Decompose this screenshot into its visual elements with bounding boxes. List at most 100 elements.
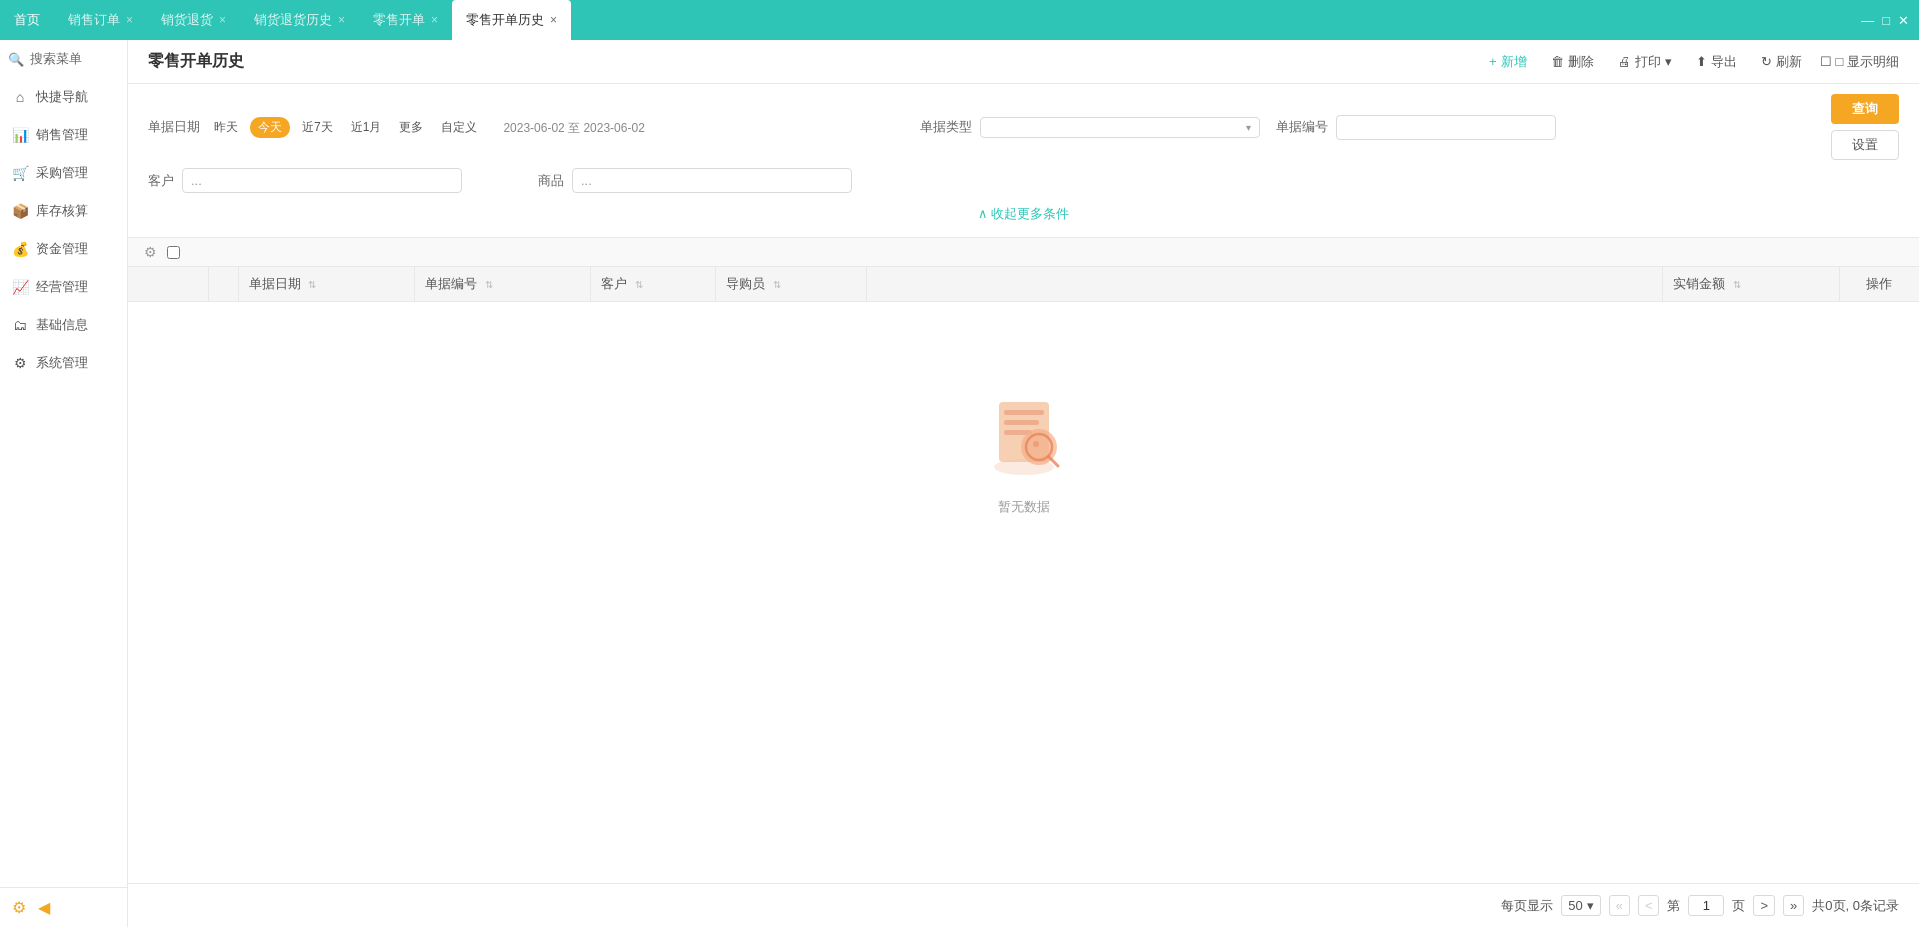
doc-type-field: 单据类型 ▾	[920, 117, 1260, 138]
sort-customer-icon[interactable]: ⇅	[635, 279, 643, 290]
last-page-button[interactable]: »	[1783, 895, 1804, 916]
date-btn-today[interactable]: 今天	[250, 117, 290, 138]
date-btn-custom[interactable]: 自定义	[435, 117, 483, 138]
date-btn-7days[interactable]: 近7天	[296, 117, 339, 138]
page-input[interactable]	[1688, 895, 1724, 916]
sidebar-item-operations-label: 经营管理	[36, 278, 88, 296]
refresh-button[interactable]: ↻ 刷新	[1755, 49, 1808, 75]
sort-number-icon[interactable]: ⇅	[485, 279, 493, 290]
sort-amount-icon[interactable]: ⇅	[1733, 279, 1741, 290]
query-button[interactable]: 查询	[1831, 94, 1899, 124]
svg-rect-2	[1004, 410, 1044, 415]
delete-button[interactable]: 🗑 删除	[1545, 49, 1600, 75]
tab-sales-return[interactable]: 销货退货 ×	[147, 0, 240, 40]
tab-retail-open[interactable]: 零售开单 ×	[359, 0, 452, 40]
sidebar-search[interactable]: 🔍 搜索菜单	[0, 40, 127, 78]
col-date[interactable]: 单据日期 ⇅	[238, 267, 414, 302]
sidebar-item-purchase-mgmt[interactable]: 🛒 采购管理	[0, 154, 127, 192]
select-all-checkbox[interactable]	[167, 246, 180, 259]
first-page-button[interactable]: «	[1609, 895, 1630, 916]
col-action-label: 操作	[1866, 276, 1892, 291]
date-field: 单据日期 昨天 今天 近7天 近1月 更多 自定义	[148, 117, 483, 138]
doc-type-select[interactable]: ▾	[980, 117, 1260, 138]
tab-sales-return-close[interactable]: ×	[219, 13, 226, 27]
col-number[interactable]: 单据编号 ⇅	[414, 267, 590, 302]
col-customer[interactable]: 客户 ⇅	[591, 267, 716, 302]
tab-home-label: 首页	[14, 11, 40, 29]
col-amount[interactable]: 实销金额 ⇅	[1663, 267, 1840, 302]
sidebar-item-base-info[interactable]: 🗂 基础信息	[0, 306, 127, 344]
doc-number-label: 单据编号	[1276, 118, 1328, 136]
tab-retail-open-history[interactable]: 零售开单历史 ×	[452, 0, 571, 40]
search-row-2: 客户 ... 商品 ...	[148, 168, 1899, 193]
operations-icon: 📈	[12, 279, 28, 295]
close-button[interactable]: ✕	[1898, 13, 1909, 28]
export-label: 导出	[1711, 53, 1737, 71]
date-btn-more[interactable]: 更多	[393, 117, 429, 138]
date-label: 单据日期	[148, 118, 200, 136]
sidebar-item-operations[interactable]: 📈 经营管理	[0, 268, 127, 306]
date-range: 2023-06-02 至 2023-06-02	[503, 120, 644, 137]
print-button[interactable]: 🖨 打印 ▾	[1612, 49, 1678, 75]
page-size-value: 50	[1568, 898, 1582, 913]
col-salesperson[interactable]: 导购员 ⇅	[716, 267, 867, 302]
tab-retail-open-history-close[interactable]: ×	[550, 13, 557, 27]
doc-number-input[interactable]	[1336, 115, 1556, 140]
customer-input[interactable]: ...	[182, 168, 462, 193]
prev-page-button[interactable]: <	[1638, 895, 1660, 916]
col-number-label: 单据编号	[425, 276, 477, 291]
display-detail-button[interactable]: ☐ □ 显示明细	[1820, 53, 1899, 71]
sort-date-icon[interactable]: ⇅	[308, 279, 316, 290]
main-layout: 🔍 搜索菜单 ⌂ 快捷导航 📊 销售管理 🛒 采购管理 📦 库存核算 💰 资金管…	[0, 40, 1919, 927]
sidebar: 🔍 搜索菜单 ⌂ 快捷导航 📊 销售管理 🛒 采购管理 📦 库存核算 💰 资金管…	[0, 40, 128, 927]
sidebar-item-sales-mgmt-label: 销售管理	[36, 126, 88, 144]
tab-sales-return-history-close[interactable]: ×	[338, 13, 345, 27]
tab-retail-open-close[interactable]: ×	[431, 13, 438, 27]
collapse-icon: ∧	[978, 206, 988, 221]
table-toolbar: ⚙	[128, 238, 1919, 267]
sidebar-item-quick-nav[interactable]: ⌂ 快捷导航	[0, 78, 127, 116]
sys-icon: ⚙	[12, 355, 28, 371]
sidebar-item-finance[interactable]: 💰 资金管理	[0, 230, 127, 268]
page-size-select[interactable]: 50 ▾	[1561, 895, 1600, 916]
collapse-sidebar-icon[interactable]: ◀	[38, 898, 50, 917]
tab-sales-order-close[interactable]: ×	[126, 13, 133, 27]
product-input[interactable]: ...	[572, 168, 852, 193]
new-label: 新增	[1501, 53, 1527, 71]
export-button[interactable]: ⬆ 导出	[1690, 49, 1743, 75]
product-field: 商品 ...	[538, 168, 852, 193]
tab-sales-return-history-label: 销货退货历史	[254, 11, 332, 29]
minimize-button[interactable]: —	[1861, 13, 1874, 28]
new-button[interactable]: + 新增	[1483, 49, 1533, 75]
search-icon: 🔍	[8, 52, 24, 67]
date-btn-yesterday[interactable]: 昨天	[208, 117, 244, 138]
sort-salesperson-icon[interactable]: ⇅	[773, 279, 781, 290]
action-btn-group: 查询 设置	[1831, 94, 1899, 160]
sidebar-item-sales-mgmt[interactable]: 📊 销售管理	[0, 116, 127, 154]
sidebar-item-inventory[interactable]: 📦 库存核算	[0, 192, 127, 230]
customer-label: 客户	[148, 172, 174, 190]
sidebar-item-sys-mgmt[interactable]: ⚙ 系统管理	[0, 344, 127, 382]
next-page-button[interactable]: >	[1753, 895, 1775, 916]
window-controls: — □ ✕	[1861, 13, 1919, 28]
table-settings-icon[interactable]: ⚙	[144, 244, 157, 260]
settings-bottom-icon[interactable]: ⚙	[12, 898, 26, 917]
tab-sales-return-history[interactable]: 销货退货历史 ×	[240, 0, 359, 40]
new-icon: +	[1489, 54, 1497, 69]
tab-sales-order[interactable]: 销售订单 ×	[54, 0, 147, 40]
settings-button[interactable]: 设置	[1831, 130, 1899, 160]
search-row-1: 单据日期 昨天 今天 近7天 近1月 更多 自定义 2023-06-02 至 2…	[148, 94, 1899, 160]
toolbar: + 新增 🗑 删除 🖨 打印 ▾ ⬆ 导出 ↻ 刷新	[1483, 49, 1899, 75]
collapse-bar[interactable]: ∧ 收起更多条件	[148, 201, 1899, 227]
col-action: 操作	[1839, 267, 1919, 302]
date-btn-1month[interactable]: 近1月	[345, 117, 388, 138]
maximize-button[interactable]: □	[1882, 13, 1890, 28]
tab-home[interactable]: 首页	[0, 0, 54, 40]
export-icon: ⬆	[1696, 54, 1707, 69]
tab-bar: 首页 销售订单 × 销货退货 × 销货退货历史 × 零售开单 × 零售开单历史 …	[0, 0, 1919, 40]
chevron-down-icon: ▾	[1246, 122, 1251, 133]
tab-sales-order-label: 销售订单	[68, 11, 120, 29]
base-info-icon: 🗂	[12, 317, 28, 333]
delete-label: 删除	[1568, 53, 1594, 71]
sidebar-item-finance-label: 资金管理	[36, 240, 88, 258]
